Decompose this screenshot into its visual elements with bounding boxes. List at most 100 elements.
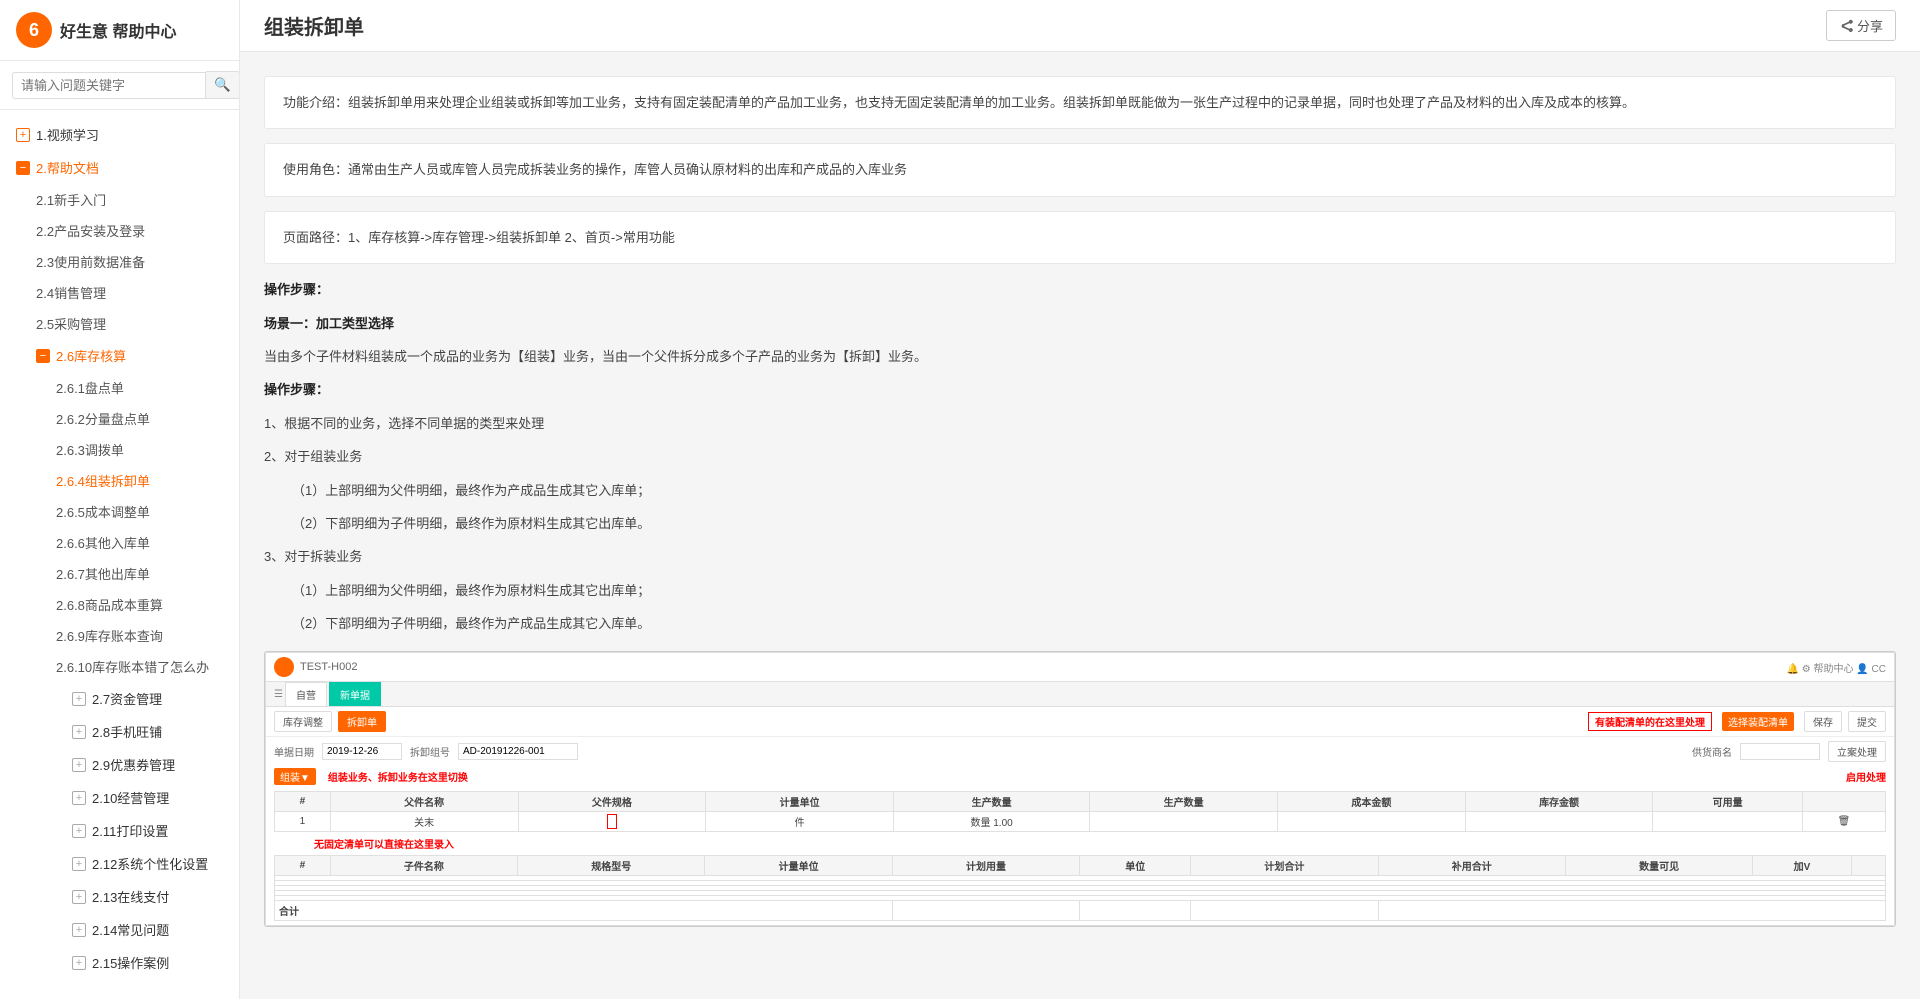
type-selector[interactable]: 组装▼ bbox=[274, 768, 316, 785]
site-title: 好生意 帮助中心 bbox=[60, 18, 176, 42]
nav-n210-label[interactable]: + 2.10经营管理 bbox=[36, 781, 239, 814]
scol-plan-total: 计划合计 bbox=[1191, 856, 1378, 876]
cell-stock bbox=[1465, 812, 1653, 832]
sidebar-item-n25[interactable]: 2.5采购管理 bbox=[36, 308, 239, 339]
nav-n214-label[interactable]: + 2.14常见问题 bbox=[36, 913, 239, 946]
scol-hash: # bbox=[275, 856, 331, 876]
mock-table-head: # 父件名称 父件规格 计量单位 生产数量 生产数量 成本金额 库存金额 可用量 bbox=[275, 792, 1886, 812]
role-text: 使用角色：通常由生产人员或库管人员完成拆装业务的操作，库管人员确认原材料的出库和… bbox=[283, 162, 907, 177]
sidebar-header: 6 好生意 帮助中心 bbox=[0, 0, 239, 61]
search-input[interactable] bbox=[12, 72, 206, 99]
plus-icon-n29: + bbox=[72, 758, 86, 772]
date-input[interactable] bbox=[322, 743, 402, 760]
step1: 1、根据不同的业务，选择不同单据的类型来处理 bbox=[264, 412, 1896, 435]
content-area: 功能介绍：组装拆卸单用来处理企业组装或拆卸等加工业务，支持有固定装配清单的产品加… bbox=[240, 52, 1920, 999]
sidebar-item-n267[interactable]: 2.6.7其他出库单 bbox=[56, 558, 239, 589]
nav-n213-text: 2.13在线支付 bbox=[92, 887, 169, 906]
mock-topbar: TEST-H002 🔔 ⚙ 帮助中心 👤 CC bbox=[266, 653, 1894, 682]
sidebar-item-n266[interactable]: 2.6.6其他入库单 bbox=[56, 527, 239, 558]
assembly-input[interactable] bbox=[458, 743, 578, 760]
sidebar-item-n262[interactable]: 2.6.2分量盘点单 bbox=[56, 403, 239, 434]
mock-toolbar: 库存调整 拆卸单 有装配清单的在这里处理 选择装配清单 保存 提交 bbox=[266, 707, 1894, 737]
mock-brand: TEST-H002 bbox=[300, 661, 357, 673]
screenshot-container: TEST-H002 🔔 ⚙ 帮助中心 👤 CC ☰ 自营 新单据 库存调整 拆卸… bbox=[264, 651, 1896, 927]
nav-n211-label[interactable]: + 2.11打印设置 bbox=[36, 814, 239, 847]
annotation4-text: 无固定清单可以直接在这里录入 bbox=[314, 836, 1886, 851]
nav-n27-label[interactable]: + 2.7资金管理 bbox=[36, 682, 239, 715]
step2: 2、对于组装业务 bbox=[264, 445, 1896, 468]
sidebar-item-n264[interactable]: 2.6.4组装拆卸单 bbox=[56, 465, 239, 496]
plus-icon: + bbox=[16, 128, 30, 142]
intro-text: 功能介绍：组装拆卸单用来处理企业组装或拆卸等加工业务，支持有固定装配清单的产品加… bbox=[283, 95, 1635, 110]
nav-tree: + 1.视频学习 − 2.帮助文档 2.1新手入门 2.2产品安装及登录 2.3… bbox=[0, 110, 239, 999]
scol-qty-visible: 数量可见 bbox=[1565, 856, 1752, 876]
mock-btn-chaijian[interactable]: 拆卸单 bbox=[338, 711, 386, 732]
annotation1-btn[interactable]: 选择装配清单 bbox=[1722, 712, 1794, 731]
nav-docs-children: 2.1新手入门 2.2产品安装及登录 2.3使用前数据准备 2.4销售管理 2.… bbox=[0, 184, 239, 979]
sidebar-item-n24[interactable]: 2.4销售管理 bbox=[36, 277, 239, 308]
search-button[interactable]: 🔍 bbox=[206, 71, 240, 99]
sidebar-item-n265[interactable]: 2.6.5成本调整单 bbox=[56, 496, 239, 527]
nav-group-docs-label[interactable]: − 2.帮助文档 bbox=[0, 151, 239, 184]
nav-group-video-label[interactable]: + 1.视频学习 bbox=[0, 118, 239, 151]
mock-icons-area: 🔔 ⚙ 帮助中心 👤 CC bbox=[1787, 660, 1886, 675]
nav-n28-text: 2.8手机旺铺 bbox=[92, 722, 162, 741]
sidebar-item-n22[interactable]: 2.2产品安装及登录 bbox=[36, 215, 239, 246]
nav-n28-label[interactable]: + 2.8手机旺铺 bbox=[36, 715, 239, 748]
col-parent-name: 父件名称 bbox=[330, 792, 518, 812]
nav-n26-label[interactable]: − 2.6库存核算 bbox=[36, 339, 239, 372]
share-icon bbox=[1839, 19, 1853, 33]
sidebar-item-n2610[interactable]: 2.6.10库存账本错了怎么办 bbox=[56, 651, 239, 682]
nav-n213-label[interactable]: + 2.13在线支付 bbox=[36, 880, 239, 913]
mock-subtable: # 子件名称 规格型号 计量单位 计划用量 单位 计划合计 补用合计 数量可见 … bbox=[274, 855, 1886, 921]
total-val4 bbox=[1378, 901, 1885, 921]
mock-sidebar-icon: ☰ bbox=[274, 689, 283, 700]
steps-detail-heading: 操作步骤： bbox=[264, 378, 1896, 401]
sidebar-item-n261[interactable]: 2.6.1盘点单 bbox=[56, 372, 239, 403]
sidebar-item-n269[interactable]: 2.6.9库存账本查询 bbox=[56, 620, 239, 651]
mock-btn-adjust[interactable]: 库存调整 bbox=[274, 711, 332, 732]
logo-icon: 6 bbox=[16, 12, 52, 48]
vendor-input[interactable] bbox=[1740, 743, 1820, 760]
cell-avail bbox=[1653, 812, 1802, 832]
mock-subtable-head: # 子件名称 规格型号 计量单位 计划用量 单位 计划合计 补用合计 数量可见 … bbox=[275, 856, 1886, 876]
nav-group-video: + 1.视频学习 bbox=[0, 118, 239, 151]
mock-btn-other1[interactable]: 保存 bbox=[1804, 711, 1842, 732]
sidebar-item-n263[interactable]: 2.6.3调拨单 bbox=[56, 434, 239, 465]
mock-tab-ziying[interactable]: 自营 bbox=[285, 682, 327, 706]
nav-group-n26: − 2.6库存核算 2.6.1盘点单 2.6.2分量盘点单 2.6.3调拨单 2… bbox=[36, 339, 239, 682]
nav-n26-children: 2.6.1盘点单 2.6.2分量盘点单 2.6.3调拨单 2.6.4组装拆卸单 … bbox=[36, 372, 239, 682]
share-button[interactable]: 分享 bbox=[1826, 10, 1896, 41]
sidebar-item-n21[interactable]: 2.1新手入门 bbox=[36, 184, 239, 215]
cell-qty1: 数量 1.00 bbox=[893, 812, 1089, 832]
plus-icon-n214: + bbox=[72, 923, 86, 937]
mock-tab-neworder[interactable]: 新单据 bbox=[329, 682, 381, 706]
scene1-desc: 当由多个子件材料组装成一个成品的业务为【组装】业务，当由一个父件拆分成多个子产品… bbox=[264, 345, 1896, 368]
cell-unit: 件 bbox=[706, 812, 894, 832]
plus-icon-n27: + bbox=[72, 692, 86, 706]
step3-1: （1）上部明细为父件明细，最终作为原材料生成其它出库单； bbox=[292, 579, 1896, 602]
step2-1: （1）上部明细为父件明细，最终作为产成品生成其它入库单； bbox=[292, 479, 1896, 502]
plus-icon-n211: + bbox=[72, 824, 86, 838]
nav-n212-label[interactable]: + 2.12系统个性化设置 bbox=[36, 847, 239, 880]
sidebar-item-n268[interactable]: 2.6.8商品成本重算 bbox=[56, 589, 239, 620]
col-cost-amt: 成本金额 bbox=[1277, 792, 1465, 812]
mock-btn-other2[interactable]: 提交 bbox=[1848, 711, 1886, 732]
step2-2: （2）下部明细为子件明细，最终作为原材料生成其它出库单。 bbox=[292, 512, 1896, 535]
col-produce-qty2: 生产数量 bbox=[1090, 792, 1278, 812]
mock-confirm-btn[interactable]: 立案处理 bbox=[1828, 741, 1886, 762]
steps-heading: 操作步骤： bbox=[264, 278, 1896, 301]
col-parent-spec: 父件规格 bbox=[518, 792, 706, 812]
sidebar-item-n23[interactable]: 2.3使用前数据准备 bbox=[36, 246, 239, 277]
mock-table-main: # 父件名称 父件规格 计量单位 生产数量 生产数量 成本金额 库存金额 可用量 bbox=[274, 791, 1886, 832]
nav-n29-label[interactable]: + 2.9优惠券管理 bbox=[36, 748, 239, 781]
nav-n26-text: 2.6库存核算 bbox=[56, 346, 126, 365]
mock-table-area: # 父件名称 父件规格 计量单位 生产数量 生产数量 成本金额 库存金额 可用量 bbox=[266, 787, 1894, 925]
col-avail: 可用量 bbox=[1653, 792, 1802, 812]
annotation3-text: 启用处理 bbox=[1846, 769, 1886, 784]
table-row: 1 关末 件 数量 1.00 🗑 bbox=[275, 812, 1886, 832]
nav-n215-label[interactable]: + 2.15操作案例 bbox=[36, 946, 239, 979]
mock-subtable-body bbox=[275, 876, 1886, 901]
date-label: 单据日期 bbox=[274, 744, 314, 759]
mock-table-header-row: # 父件名称 父件规格 计量单位 生产数量 生产数量 成本金额 库存金额 可用量 bbox=[275, 792, 1886, 812]
